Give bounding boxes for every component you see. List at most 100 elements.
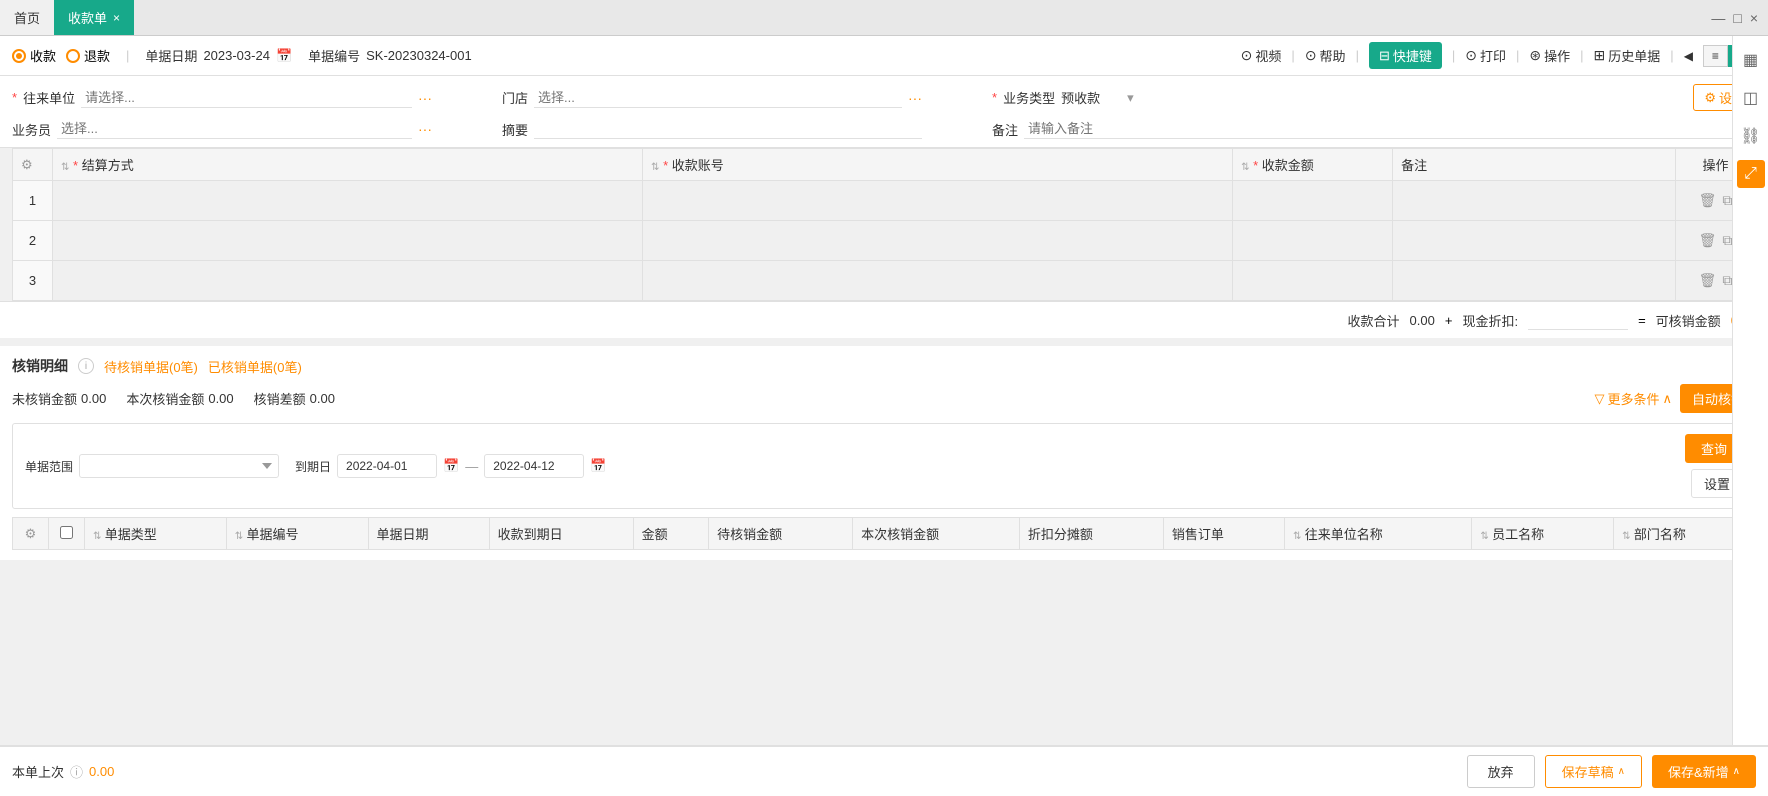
help-icon: ⊙ <box>1305 47 1317 64</box>
this-order-value: 0.00 <box>89 764 114 779</box>
row-1-delete-icon[interactable]: 🗑 <box>1699 192 1717 209</box>
store-ellipsis[interactable]: ··· <box>908 90 922 106</box>
date-picker-icon[interactable]: 📅 <box>276 48 292 64</box>
date-to-input[interactable] <box>484 454 584 478</box>
sidebar-icon-4[interactable]: ⤢ <box>1737 160 1765 188</box>
row-3-copy-icon[interactable]: ⧉ <box>1722 272 1732 289</box>
operation-btn[interactable]: ⊛ 操作 <box>1529 46 1570 65</box>
row-num-2: 2 <box>13 221 53 261</box>
unverified-label: 未核销金额 <box>12 389 77 408</box>
row-2-amount[interactable] <box>1233 221 1393 261</box>
bottom-col-type: ⇅ 单据类型 <box>85 518 227 550</box>
sidebar-icon-3[interactable]: ⛓ <box>1737 122 1765 150</box>
store-field: 门店 ··· <box>502 88 922 108</box>
filter-container: 单据范围 到期日 📅 — 📅 查询 设置 <box>12 423 1756 509</box>
summary-input[interactable] <box>534 119 922 139</box>
bottom-col-discount: 折扣分摊额 <box>1019 518 1163 550</box>
diff-label: 核销差额 <box>254 389 306 408</box>
due-date-label: 到期日 <box>295 458 331 475</box>
help-btn[interactable]: ⊙ 帮助 <box>1305 46 1346 65</box>
settings-icon: ⚙ <box>1704 90 1716 106</box>
col-setting-icon[interactable]: ⚙ <box>21 157 33 172</box>
range-label: 单据范围 <box>25 458 73 475</box>
sidebar-icon-2[interactable]: ◫ <box>1737 84 1765 112</box>
info-icon[interactable]: ⓘ <box>70 762 83 781</box>
tab-receipt-close[interactable]: × <box>113 11 120 25</box>
row-3-account[interactable] <box>643 261 1233 301</box>
row-3-delete-icon[interactable]: 🗑 <box>1699 272 1717 289</box>
tab-receipt[interactable]: 收款单 × <box>54 0 134 35</box>
window-maximize[interactable]: □ <box>1733 10 1741 26</box>
tab-home[interactable]: 首页 <box>0 0 54 35</box>
view-list-btn[interactable]: ≡ <box>1703 45 1728 67</box>
staff-ellipsis[interactable]: ··· <box>418 121 432 137</box>
select-all-checkbox[interactable] <box>60 526 73 539</box>
row-1-copy-icon[interactable]: ⧉ <box>1722 192 1732 209</box>
col-amount-label: 收款金额 <box>1262 158 1314 173</box>
radio-refund[interactable]: 退款 <box>66 46 110 65</box>
row-2-settlement[interactable] <box>53 221 643 261</box>
more-conditions-btn[interactable]: ▽ 更多条件 ∧ <box>1594 389 1672 408</box>
done-tab[interactable]: 已核销单据(0笔) <box>208 357 302 376</box>
sidebar-icon-1[interactable]: ▦ <box>1737 46 1765 74</box>
window-minimize[interactable]: — <box>1711 10 1725 26</box>
bottom-col-this-hx: 本次核销金额 <box>853 518 1020 550</box>
net-label: 可核销金额 <box>1656 311 1721 330</box>
bottom-col-checkbox <box>49 518 85 550</box>
store-input[interactable] <box>534 88 902 108</box>
staff-input[interactable] <box>57 119 412 139</box>
nav-prev[interactable]: ◀ <box>1684 49 1693 63</box>
row-2-account[interactable] <box>643 221 1233 261</box>
window-close[interactable]: × <box>1750 10 1758 26</box>
row-1-amount[interactable] <box>1233 181 1393 221</box>
video-btn[interactable]: ⊙ 视频 <box>1241 46 1282 65</box>
abandon-button[interactable]: 放弃 <box>1467 755 1535 788</box>
unverified-stat: 未核销金额 0.00 <box>12 389 106 408</box>
pending-tab[interactable]: 待核销单据(0笔) <box>104 357 198 376</box>
row-3-remark[interactable] <box>1393 261 1676 301</box>
date-cal-icon-1[interactable]: 📅 <box>443 458 459 474</box>
shortcut-btn[interactable]: ⊟ 快捷键 <box>1369 42 1442 69</box>
staff-label: 业务员 <box>12 120 51 139</box>
top-toolbar: 收款 退款 | 单据日期 2023-03-24 📅 单据编号 SK-202303… <box>0 36 1768 76</box>
col-order-label: 销售订单 <box>1172 527 1224 542</box>
bottom-col-amount: 金额 <box>633 518 709 550</box>
row-2-remark[interactable] <box>1393 221 1676 261</box>
row-3-settlement[interactable] <box>53 261 643 301</box>
range-select[interactable] <box>79 454 279 478</box>
partner-ellipsis[interactable]: ··· <box>418 90 432 106</box>
row-1-account[interactable] <box>643 181 1233 221</box>
discount-input[interactable] <box>1528 310 1628 330</box>
row-2-delete-icon[interactable]: 🗑 <box>1699 232 1717 249</box>
hx-info-icon[interactable]: i <box>78 358 94 374</box>
row-1-remark[interactable] <box>1393 181 1676 221</box>
table-row: 1 🗑 ⧉ <box>13 181 1756 221</box>
summary-label: 摘要 <box>502 120 528 139</box>
partner-input[interactable] <box>81 88 412 108</box>
bottom-table-area: ⚙ ⇅ 单据类型 ⇅ 单据编号 单据日期 <box>12 517 1756 550</box>
bottom-col-setting-icon[interactable]: ⚙ <box>25 526 37 541</box>
date-cal-icon-2[interactable]: 📅 <box>590 458 606 474</box>
row-1-settlement[interactable] <box>53 181 643 221</box>
date-from-input[interactable] <box>337 454 437 478</box>
history-btn[interactable]: ⊞ 历史单据 <box>1594 46 1661 65</box>
save-new-button[interactable]: 保存&新增 ∧ <box>1652 755 1756 788</box>
table-row: 3 🗑 ⧉ <box>13 261 1756 301</box>
footer-left: 本单上次 ⓘ 0.00 <box>12 762 114 781</box>
print-btn[interactable]: ⊙ 打印 <box>1465 46 1506 65</box>
save-draft-button[interactable]: 保存草稿 ∧ <box>1545 755 1642 788</box>
row-3-amount[interactable] <box>1233 261 1393 301</box>
tab-receipt-label: 收款单 <box>68 8 107 27</box>
filter-row: 单据范围 到期日 📅 — 📅 查询 设置 <box>25 434 1743 498</box>
equals-sign: = <box>1638 313 1646 328</box>
operation-label: 操作 <box>1544 46 1570 65</box>
unverified-value: 0.00 <box>81 391 106 406</box>
biz-type-dropdown[interactable]: ▾ <box>1127 90 1134 106</box>
row-2-copy-icon[interactable]: ⧉ <box>1722 232 1732 249</box>
col-staff-label: 员工名称 <box>1492 527 1544 542</box>
remark-input[interactable] <box>1024 119 1756 139</box>
radio-receipt[interactable]: 收款 <box>12 46 56 65</box>
col-partner-label: 往来单位名称 <box>1305 527 1383 542</box>
biz-type-label: 业务类型 <box>1003 88 1055 107</box>
total-value: 0.00 <box>1410 313 1435 328</box>
